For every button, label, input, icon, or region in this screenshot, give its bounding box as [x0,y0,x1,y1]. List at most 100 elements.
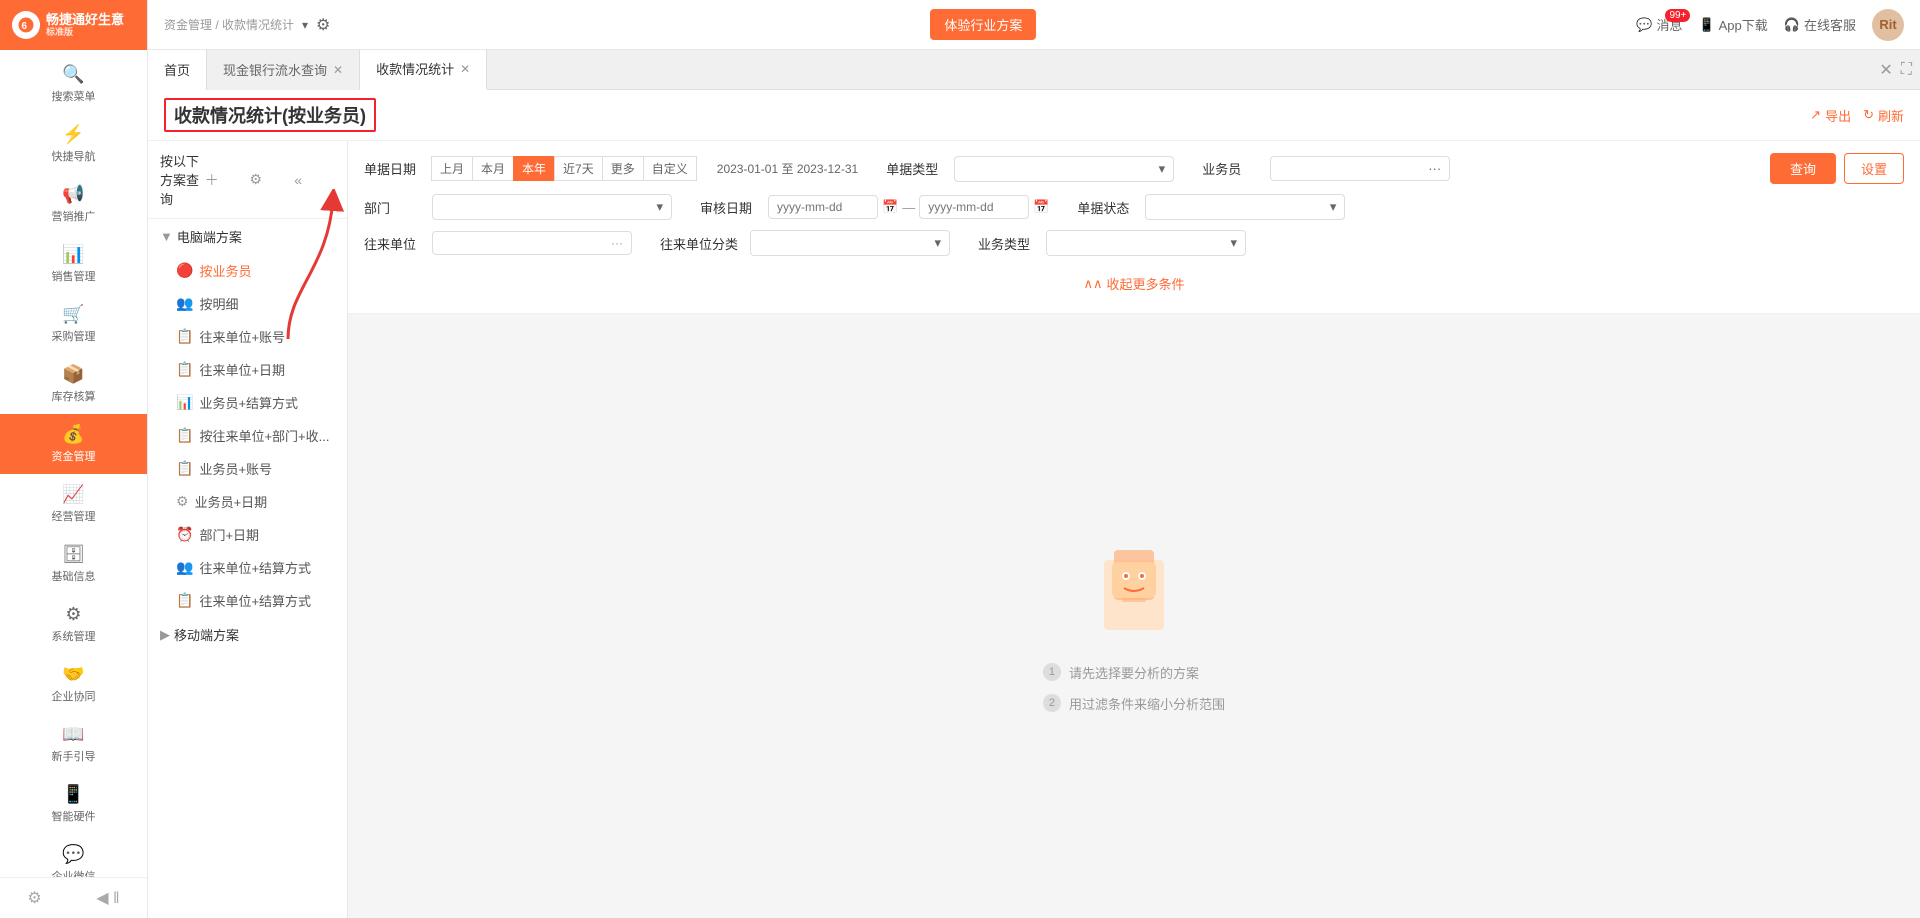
app-icon: 📱 [1698,17,1714,33]
sidebar-item-collab-label: 企业协同 [52,688,96,704]
tip-num-2: 2 [1043,694,1061,712]
refresh-btn[interactable]: ↻ 刷新 [1863,106,1904,125]
scheme-settings-btn[interactable]: ⚙ [250,171,291,188]
counterpart-more-icon[interactable]: ··· [611,236,623,250]
tip-num-1: 1 [1043,663,1061,681]
sidebar-item-operation[interactable]: 📈 经营管理 [0,474,147,534]
topbar-gear-icon[interactable]: ⚙ [316,15,330,35]
salesperson-select[interactable]: ··· [1270,156,1450,181]
sidebar-item-wechat[interactable]: 💬 企业微信 [0,834,147,877]
scheme-item-bysalesperson[interactable]: 🔴 按业务员 [148,254,347,287]
counterpart-class-dropdown-icon: ▾ [934,235,941,251]
svg-text:6: 6 [22,21,28,32]
filter-row-3: 往来单位 ··· 往来单位分类 ▾ 业务类型 [364,230,1904,256]
date-tab-custom[interactable]: 自定义 [643,156,697,181]
voucher-status-label: 单据状态 [1077,198,1133,217]
collapse-icon: ∧∧ [1083,276,1102,292]
date-tab-lastmonth[interactable]: 上月 [431,156,473,181]
audit-date-start[interactable] [768,195,878,219]
counterpart-select[interactable]: ··· [432,231,632,255]
counterpart-class-select[interactable]: ▾ [750,230,950,256]
date-tab-thismonth[interactable]: 本月 [472,156,514,181]
tab-home[interactable]: 首页 [148,50,207,90]
date-tab-more[interactable]: 更多 [602,156,644,181]
content-area: 按以下方案查询 ＋ ⚙ « [148,141,1920,918]
tabbar: 首页 现金银行流水查询 ✕ 收款情况统计 ✕ ✕ ⛶ [148,50,1920,90]
voucher-status-select[interactable]: ▾ [1145,194,1345,220]
sidebar-item-collab[interactable]: 🤝 企业协同 [0,654,147,714]
settings-bottom-icon[interactable]: ⚙ [27,888,41,908]
audit-date-end-calendar-icon[interactable]: 📅 [1033,199,1049,215]
app-download-btn[interactable]: 📱 App下载 [1698,15,1767,34]
sidebar-nav: 🔍 搜索菜单 ⚡ 快捷导航 📢 营销推广 📊 销售管理 🛒 采购管理 📦 库存核… [0,50,147,877]
sidebar-item-finance[interactable]: 💰 资金管理 [0,414,147,474]
sidebar-item-marketing[interactable]: 📢 营销推广 [0,174,147,234]
scheme-group-mobile-title[interactable]: ▶ 移动端方案 [148,617,347,652]
empty-illustration [1074,520,1194,643]
export-icon: ↗ [1810,107,1821,123]
online-service-btn[interactable]: 🎧 在线客服 [1784,15,1856,34]
scheme-item-salesperson-date[interactable]: ⚙ 业务员+日期 [148,485,347,518]
tab-bank-flow[interactable]: 现金银行流水查询 ✕ [207,50,360,90]
sidebar-item-search[interactable]: 🔍 搜索菜单 [0,54,147,114]
tab-receipt-stat[interactable]: 收款情况统计 ✕ [360,50,487,90]
scheme-add-btn[interactable]: ＋ [205,170,246,190]
sidebar-item-sales[interactable]: 📊 销售管理 [0,234,147,294]
scheme-dd-icon: ⏰ [176,526,193,543]
biz-type-select[interactable]: ▾ [1046,230,1246,256]
scheme-item-counterpart-dept-label: 按往来单位+部门+收... [199,426,329,445]
sidebar-item-newguide-label: 新手引导 [52,748,96,764]
breadcrumb-dropdown[interactable]: ▾ [302,18,308,32]
search-icon: 🔍 [62,64,84,85]
trial-btn[interactable]: 体验行业方案 [930,9,1036,40]
sidebar-item-inventory[interactable]: 📦 库存核算 [0,354,147,414]
sales-icon: 📊 [62,244,84,265]
collapse-sidebar-icon[interactable]: ◀ ‖ [96,888,119,908]
sidebar-item-purchase[interactable]: 🛒 采购管理 [0,294,147,354]
scheme-collapse-btn[interactable]: « [294,172,335,188]
tab-expand-icon[interactable]: ⛶ [1901,61,1912,79]
tab-close-all-icon[interactable]: ✕ [1879,60,1892,80]
scheme-item-counterpart-account[interactable]: 📋 往来单位+账号 [148,320,347,353]
scheme-header-label: 按以下方案查询 [160,151,201,208]
sidebar-item-basicinfo[interactable]: 🗄 基础信息 [0,534,147,594]
audit-date-end[interactable] [919,195,1029,219]
audit-date-start-calendar-icon[interactable]: 📅 [882,199,898,215]
sidebar-item-operation-label: 经营管理 [52,508,96,524]
scheme-group-desktop-title[interactable]: ▼ 电脑端方案 [148,219,347,254]
voucher-type-select[interactable]: ▾ [954,156,1174,182]
sidebar-footer: ⚙ ◀ ‖ [0,877,147,918]
scheme-ss-icon: 📊 [176,394,193,411]
user-name: Rit [1879,17,1896,32]
scheme-item-counterpart-dept[interactable]: 📋 按往来单位+部门+收... [148,419,347,452]
scheme-item-counterpart-date[interactable]: 📋 往来单位+日期 [148,353,347,386]
sidebar-item-hardware[interactable]: 📱 智能硬件 [0,774,147,834]
scheme-item-dept-date[interactable]: ⏰ 部门+日期 [148,518,347,551]
sidebar-item-system[interactable]: ⚙ 系统管理 [0,594,147,654]
scheme-item-salesperson-account[interactable]: 📋 业务员+账号 [148,452,347,485]
scheme-item-bydetail[interactable]: 👥 按明细 [148,287,347,320]
scheme-sa-icon: 📋 [176,460,193,477]
collapse-row: ∧∧ 收起更多条件 [364,266,1904,301]
setting-btn[interactable]: 设置 [1844,153,1904,184]
scheme-salesperson-icon: 🔴 [176,262,193,279]
tab-bank-flow-close[interactable]: ✕ [333,63,343,77]
collapse-more-btn[interactable]: ∧∧ 收起更多条件 [1075,266,1192,301]
date-tab-thisyear[interactable]: 本年 [513,156,555,181]
tab-receipt-stat-close[interactable]: ✕ [460,62,470,76]
mobile-group-expand-icon: ▶ [160,627,170,643]
user-avatar[interactable]: Rit [1872,9,1904,41]
export-btn[interactable]: ↗ 导出 [1810,106,1851,125]
scheme-item-salesperson-settle[interactable]: 📊 业务员+结算方式 [148,386,347,419]
scheme-item-counterpart-settle1[interactable]: 👥 往来单位+结算方式 [148,551,347,584]
audit-date-label: 审核日期 [700,198,756,217]
sidebar-item-quicknav[interactable]: ⚡ 快捷导航 [0,114,147,174]
voucher-type-dropdown-icon: ▾ [1159,161,1166,177]
date-tab-7days[interactable]: 近7天 [554,156,603,181]
scheme-item-bysalesperson-label: 按业务员 [199,261,251,280]
message-btn[interactable]: 💬 消息 99+ [1636,15,1682,34]
sidebar-item-newguide[interactable]: 📖 新手引导 [0,714,147,774]
scheme-item-counterpart-settle2[interactable]: 📋 往来单位+结算方式 [148,584,347,617]
dept-select[interactable]: ▾ [432,194,672,220]
query-btn[interactable]: 查询 [1770,153,1836,184]
